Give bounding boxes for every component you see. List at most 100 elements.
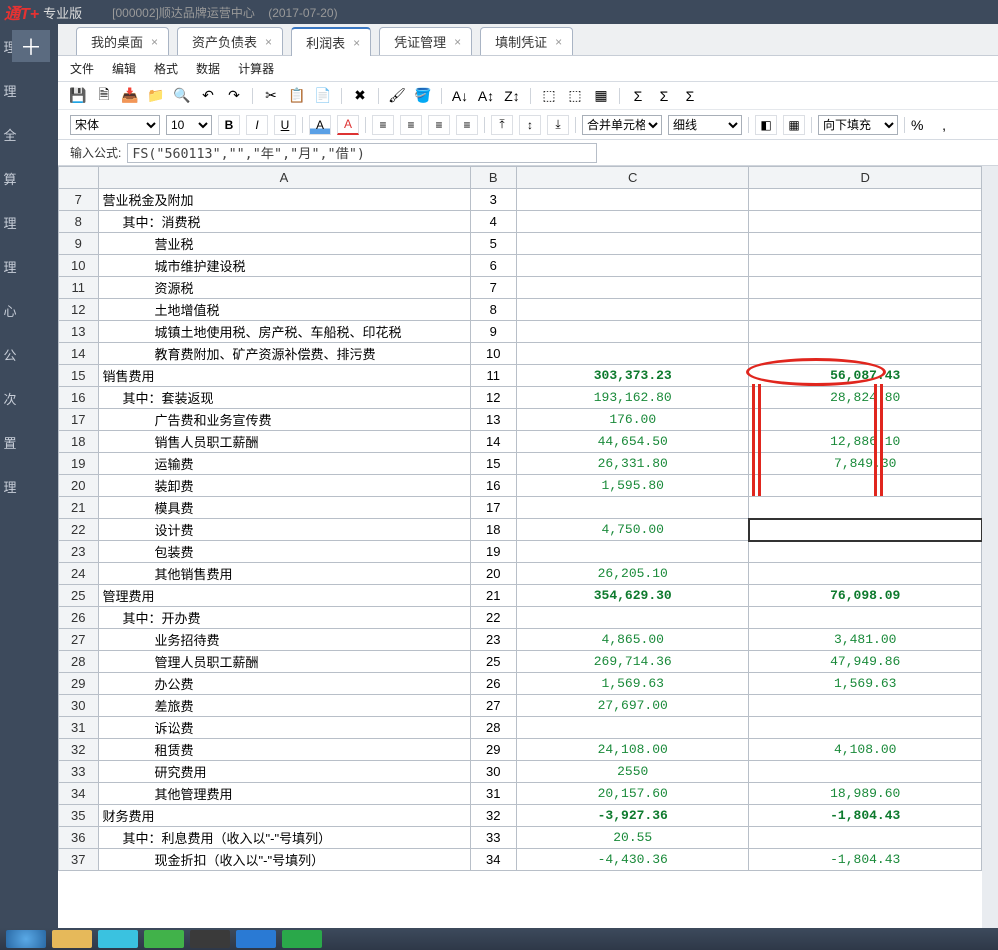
left-nav-item[interactable]: 理 <box>0 200 20 244</box>
close-icon[interactable]: × <box>454 35 461 49</box>
table-row[interactable]: 7营业税金及附加3 <box>59 189 982 211</box>
saveas-icon[interactable]: 🗎 <box>96 88 112 104</box>
cell[interactable] <box>749 409 982 431</box>
table-icon[interactable]: ▦ <box>593 88 609 104</box>
cell[interactable]: 18,989.60 <box>749 783 982 805</box>
row-header[interactable]: 12 <box>59 299 99 321</box>
cell[interactable]: 其他管理费用 <box>98 783 470 805</box>
fontcolor-button[interactable]: A <box>337 115 359 135</box>
cell[interactable]: 包装费 <box>98 541 470 563</box>
table-row[interactable]: 36其中：利息费用（收入以"-"号填列）3320.55 <box>59 827 982 849</box>
row-header[interactable]: 34 <box>59 783 99 805</box>
table-row[interactable]: 13城镇土地使用税、房产税、车船税、印花税9 <box>59 321 982 343</box>
sort-za-icon[interactable]: Z↕ <box>504 88 520 104</box>
table-row[interactable]: 16其中：套装返现12193,162.8028,824.80 <box>59 387 982 409</box>
redo-icon[interactable]: ↷ <box>226 88 242 104</box>
cell[interactable]: 26,205.10 <box>516 563 748 585</box>
cell[interactable]: 47,949.86 <box>749 651 982 673</box>
import-icon[interactable]: 📥 <box>122 88 138 104</box>
cell[interactable]: 14 <box>470 431 516 453</box>
left-nav-item[interactable]: 公 <box>0 332 20 376</box>
row-header[interactable]: 23 <box>59 541 99 563</box>
cell[interactable]: 176.00 <box>516 409 748 431</box>
close-icon[interactable]: × <box>555 35 562 49</box>
table-row[interactable]: 24其他销售费用2026,205.10 <box>59 563 982 585</box>
sheet-tab[interactable]: 利润表× <box>291 27 371 56</box>
cell[interactable]: 7 <box>470 277 516 299</box>
cell[interactable] <box>516 233 748 255</box>
cell[interactable]: 3 <box>470 189 516 211</box>
cell[interactable]: 1,569.63 <box>749 673 982 695</box>
cell[interactable]: 26 <box>470 673 516 695</box>
border-select[interactable]: 细线 <box>668 115 742 135</box>
merge-select[interactable]: 合并单元格 <box>582 115 662 135</box>
cell[interactable] <box>516 717 748 739</box>
cell[interactable]: 24,108.00 <box>516 739 748 761</box>
cell[interactable]: 269,714.36 <box>516 651 748 673</box>
row-header[interactable]: 24 <box>59 563 99 585</box>
cell[interactable] <box>749 343 982 365</box>
table-row[interactable]: 31诉讼费28 <box>59 717 982 739</box>
table-row[interactable]: 37现金折扣（收入以"-"号填列）34-4,430.36-1,804.43 <box>59 849 982 871</box>
cell[interactable]: 19 <box>470 541 516 563</box>
cell[interactable]: 管理费用 <box>98 585 470 607</box>
taskbar-item[interactable] <box>190 930 230 948</box>
close-icon[interactable]: × <box>151 35 158 49</box>
cell[interactable]: 16 <box>470 475 516 497</box>
cell[interactable] <box>749 541 982 563</box>
fill-direction-select[interactable]: 向下填充 <box>818 115 898 135</box>
cell[interactable]: 4,108.00 <box>749 739 982 761</box>
cell[interactable] <box>749 233 982 255</box>
table-row[interactable]: 12土地增值税8 <box>59 299 982 321</box>
row-header[interactable]: 16 <box>59 387 99 409</box>
row-header[interactable]: 14 <box>59 343 99 365</box>
cell[interactable]: 27 <box>470 695 516 717</box>
valign-top-button[interactable]: ⤒ <box>491 115 513 135</box>
cell[interactable]: 1,569.63 <box>516 673 748 695</box>
cell[interactable]: 教育费附加、矿产资源补偿费、排污费 <box>98 343 470 365</box>
cell[interactable]: 资源税 <box>98 277 470 299</box>
sheet-tab[interactable]: 填制凭证× <box>480 27 573 55</box>
menu-item[interactable]: 文件 <box>70 60 94 77</box>
table-row[interactable]: 28管理人员职工薪酬25269,714.3647,949.86 <box>59 651 982 673</box>
cell[interactable] <box>749 761 982 783</box>
fontsize-select[interactable]: 10 <box>166 115 212 135</box>
comma-button[interactable]: , <box>942 117 946 133</box>
table-row[interactable]: 33研究费用302550 <box>59 761 982 783</box>
table-row[interactable]: 21模具费17 <box>59 497 982 519</box>
cell[interactable]: 21 <box>470 585 516 607</box>
cell[interactable] <box>749 607 982 629</box>
cell[interactable]: 8 <box>470 299 516 321</box>
underline-button[interactable]: U <box>274 115 296 135</box>
row-header[interactable]: 22 <box>59 519 99 541</box>
cell[interactable]: 模具费 <box>98 497 470 519</box>
valign-mid-button[interactable]: ↕ <box>519 115 541 135</box>
table-row[interactable]: 19运输费1526,331.807,849.30 <box>59 453 982 475</box>
cell[interactable] <box>516 211 748 233</box>
cell[interactable]: 29 <box>470 739 516 761</box>
row-header[interactable]: 11 <box>59 277 99 299</box>
cell[interactable]: 303,373.23 <box>516 365 748 387</box>
cell[interactable]: 其中：套装返现 <box>98 387 470 409</box>
cell[interactable] <box>749 519 982 541</box>
cell[interactable]: 4,865.00 <box>516 629 748 651</box>
cell[interactable]: 15 <box>470 453 516 475</box>
row-header[interactable]: 36 <box>59 827 99 849</box>
cell[interactable]: 12 <box>470 387 516 409</box>
left-nav-item[interactable]: 理 <box>0 244 20 288</box>
row-header[interactable]: 17 <box>59 409 99 431</box>
table-row[interactable]: 11资源税7 <box>59 277 982 299</box>
table-row[interactable]: 27业务招待费234,865.003,481.00 <box>59 629 982 651</box>
col-header-d[interactable]: D <box>749 167 982 189</box>
cell[interactable]: 其他销售费用 <box>98 563 470 585</box>
row-header[interactable]: 7 <box>59 189 99 211</box>
left-nav-item[interactable]: 次 <box>0 376 20 420</box>
cell[interactable]: 装卸费 <box>98 475 470 497</box>
table-row[interactable]: 17广告费和业务宣传费13176.00 <box>59 409 982 431</box>
delete-icon[interactable]: ✖ <box>352 88 368 104</box>
cell[interactable]: 7,849.30 <box>749 453 982 475</box>
cell[interactable]: 5 <box>470 233 516 255</box>
row-header[interactable]: 31 <box>59 717 99 739</box>
row-header[interactable]: 19 <box>59 453 99 475</box>
row-header[interactable]: 25 <box>59 585 99 607</box>
